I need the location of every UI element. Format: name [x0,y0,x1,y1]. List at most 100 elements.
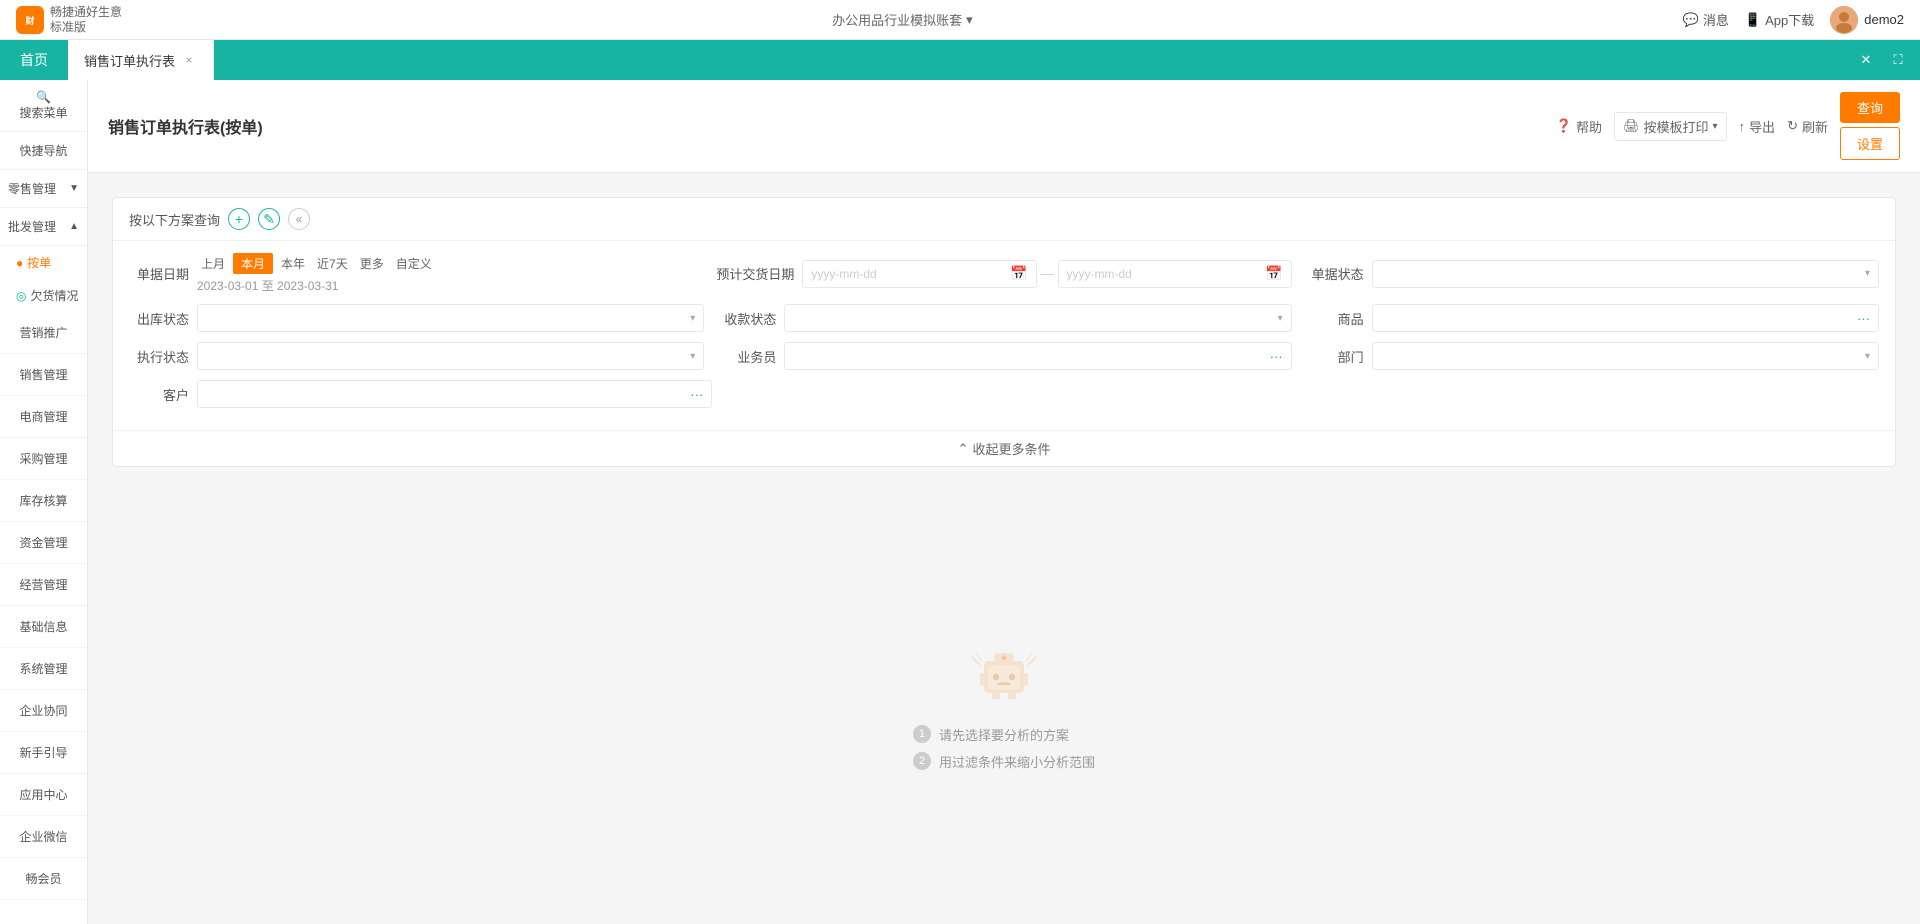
sidebar-quick-nav[interactable]: 快捷导航 [0,132,87,170]
empty-state: 1 请先选择要分析的方案 2 用过滤条件来缩小分析范围 [88,479,1920,924]
sidebar-subitem-by-order[interactable]: ● 按单 [0,246,87,279]
message-button[interactable]: 💬 消息 [1683,10,1729,29]
department-select[interactable]: ▾ [1372,342,1879,370]
query-button[interactable]: 查询 [1840,92,1900,123]
goods-more-icon[interactable]: ··· [1857,311,1870,326]
date-tab-more[interactable]: 更多 [356,253,388,274]
salesperson-label: 业务员 [716,347,776,366]
out-status-label: 出库状态 [129,309,189,328]
date-tab-last-month[interactable]: 上月 [197,253,229,274]
customer-more-icon[interactable]: ··· [690,387,703,402]
date-tab-7days[interactable]: 近7天 [313,253,352,274]
collapse-more-button[interactable]: ⌃ 收起更多条件 [129,439,1879,458]
tip-num-1: 1 [913,725,931,743]
sidebar-item-wholesale[interactable]: 批发管理 ▲ [0,208,87,246]
filter-panel-header: 按以下方案查询 + ✎ « [113,198,1895,241]
sidebar-item-operations[interactable]: 经营管理 [0,564,87,606]
app-selector[interactable]: 办公用品行业模拟账套 ▾ [832,10,973,29]
department-arrow-icon: ▾ [1865,351,1870,362]
collection-status-label: 收款状态 [716,309,776,328]
department-label: 部门 [1304,347,1364,366]
sidebar-item-retail[interactable]: 零售管理 ▼ [0,170,87,208]
sidebar-item-basic-info[interactable]: 基础信息 [0,606,87,648]
filter-field-date: 单据日期 上月 本月 本年 近7天 更多 自定义 20 [129,253,704,294]
sidebar-item-system[interactable]: 系统管理 [0,648,87,690]
sidebar-item-corp-wechat[interactable]: 企业微信 [0,816,87,858]
delivery-date-start[interactable]: yyyy-mm-dd 📅 [802,260,1036,288]
settings-button[interactable]: 设置 [1840,127,1900,160]
sidebar-item-purchase[interactable]: 采购管理 [0,438,87,480]
calendar-end-icon: 📅 [1265,265,1282,282]
sidebar-item-inventory[interactable]: 库存核算 [0,480,87,522]
date-range-display: 2023-03-01 至 2023-03-31 [197,277,704,294]
date-tab-custom[interactable]: 自定义 [392,253,436,274]
customer-input[interactable]: ··· [197,380,712,408]
collapse-icon: « [296,212,303,226]
filter-field-goods: 商品 ··· [1304,304,1879,332]
collection-status-select[interactable]: ▾ [784,304,1291,332]
date-tab-this-month[interactable]: 本月 [233,253,273,274]
filter-field-delivery-date: 预计交货日期 yyyy-mm-dd 📅 — yyyy-mm-dd 📅 [716,260,1291,288]
sidebar-item-finance[interactable]: 资金管理 [0,522,87,564]
tab-home[interactable]: 首页 [0,40,68,80]
tab-maximize-button[interactable]: ⛶ [1884,46,1912,74]
goods-input[interactable]: ··· [1372,304,1879,332]
filter-row-4: 客户 ··· [129,380,1879,408]
filter-field-department: 部门 ▾ [1304,342,1879,370]
tabbar: 首页 销售订单执行表 × ✕ ⛶ [0,40,1920,80]
close-all-icon: ✕ [1861,52,1872,68]
user-profile[interactable]: demo2 [1830,6,1904,34]
sidebar-item-member[interactable]: 畅会员 [0,858,87,900]
sidebar-item-corp-collab[interactable]: 企业协同 [0,690,87,732]
tab-close-all-button[interactable]: ✕ [1852,46,1880,74]
sidebar-item-ecommerce[interactable]: 电商管理 [0,396,87,438]
execute-status-select[interactable]: ▾ [197,342,704,370]
logo-text: 畅捷通好生意 标准版 [50,5,122,34]
add-scheme-button[interactable]: + [228,208,250,230]
app-download-button[interactable]: 📱 App下载 [1745,10,1814,29]
action-buttons: 查询 设置 [1840,92,1900,160]
empty-tips: 1 请先选择要分析的方案 2 用过滤条件来缩小分析范围 [913,725,1095,771]
svg-text:财: 财 [24,15,34,26]
template-print-button[interactable]: 🖨 按模板打印 ▾ [1614,112,1727,141]
filter-rows: 单据日期 上月 本月 本年 近7天 更多 自定义 20 [113,241,1895,430]
app-selector-arrow-icon: ▾ [966,12,973,28]
sidebar-item-marketing[interactable]: 营销推广 [0,312,87,354]
salesperson-input[interactable]: ··· [784,342,1291,370]
sidebar-search-menu[interactable]: 🔍 搜索菜单 [0,80,87,132]
sidebar: 🔍 搜索菜单 快捷导航 零售管理 ▼ 批发管理 ▲ ● 按单 ◎ 欠货情况 营销… [0,80,88,924]
print-icon: 🖨 [1623,118,1640,134]
export-button[interactable]: ↑ 导出 [1739,117,1776,136]
execute-status-label: 执行状态 [129,347,189,366]
sidebar-item-sales[interactable]: 销售管理 [0,354,87,396]
message-icon: 💬 [1683,12,1699,28]
sidebar-item-guide[interactable]: 新手引导 [0,732,87,774]
edit-scheme-button[interactable]: ✎ [258,208,280,230]
filter-field-out-status: 出库状态 ▾ [129,304,704,332]
salesperson-more-icon[interactable]: ··· [1270,349,1283,364]
empty-illustration [964,633,1044,713]
sidebar-subitem-shortage[interactable]: ◎ 欠货情况 [0,279,87,312]
maximize-icon: ⛶ [1893,52,1902,68]
bill-status-select[interactable]: ▾ [1372,260,1879,288]
help-icon: ❓ [1556,118,1572,134]
add-icon: + [235,211,243,227]
tab-sales-order-exec[interactable]: 销售订单执行表 × [68,40,214,80]
active-dot-icon: ● [16,256,23,270]
tab-close-button[interactable]: × [181,52,197,68]
out-status-select[interactable]: ▾ [197,304,704,332]
sidebar-item-app-center[interactable]: 应用中心 [0,774,87,816]
bill-status-arrow-icon: ▾ [1865,268,1870,279]
collapse-panel-button[interactable]: « [288,208,310,230]
logo-icon: 财 [16,6,44,34]
empty-tip-1: 1 请先选择要分析的方案 [913,725,1095,744]
refresh-button[interactable]: ↻ 刷新 [1787,117,1828,136]
bill-status-label: 单据状态 [1304,264,1364,283]
filter-tools: + ✎ « [228,208,310,230]
delivery-date-end[interactable]: yyyy-mm-dd 📅 [1058,260,1292,288]
tabbar-right: ✕ ⛶ [1852,46,1920,74]
export-icon: ↑ [1739,119,1746,134]
page-header: 销售订单执行表(按单) ❓ 帮助 🖨 按模板打印 ▾ ↑ 导出 ↻ 刷新 [88,80,1920,173]
date-tab-this-year[interactable]: 本年 [277,253,309,274]
help-button[interactable]: ❓ 帮助 [1556,117,1602,136]
